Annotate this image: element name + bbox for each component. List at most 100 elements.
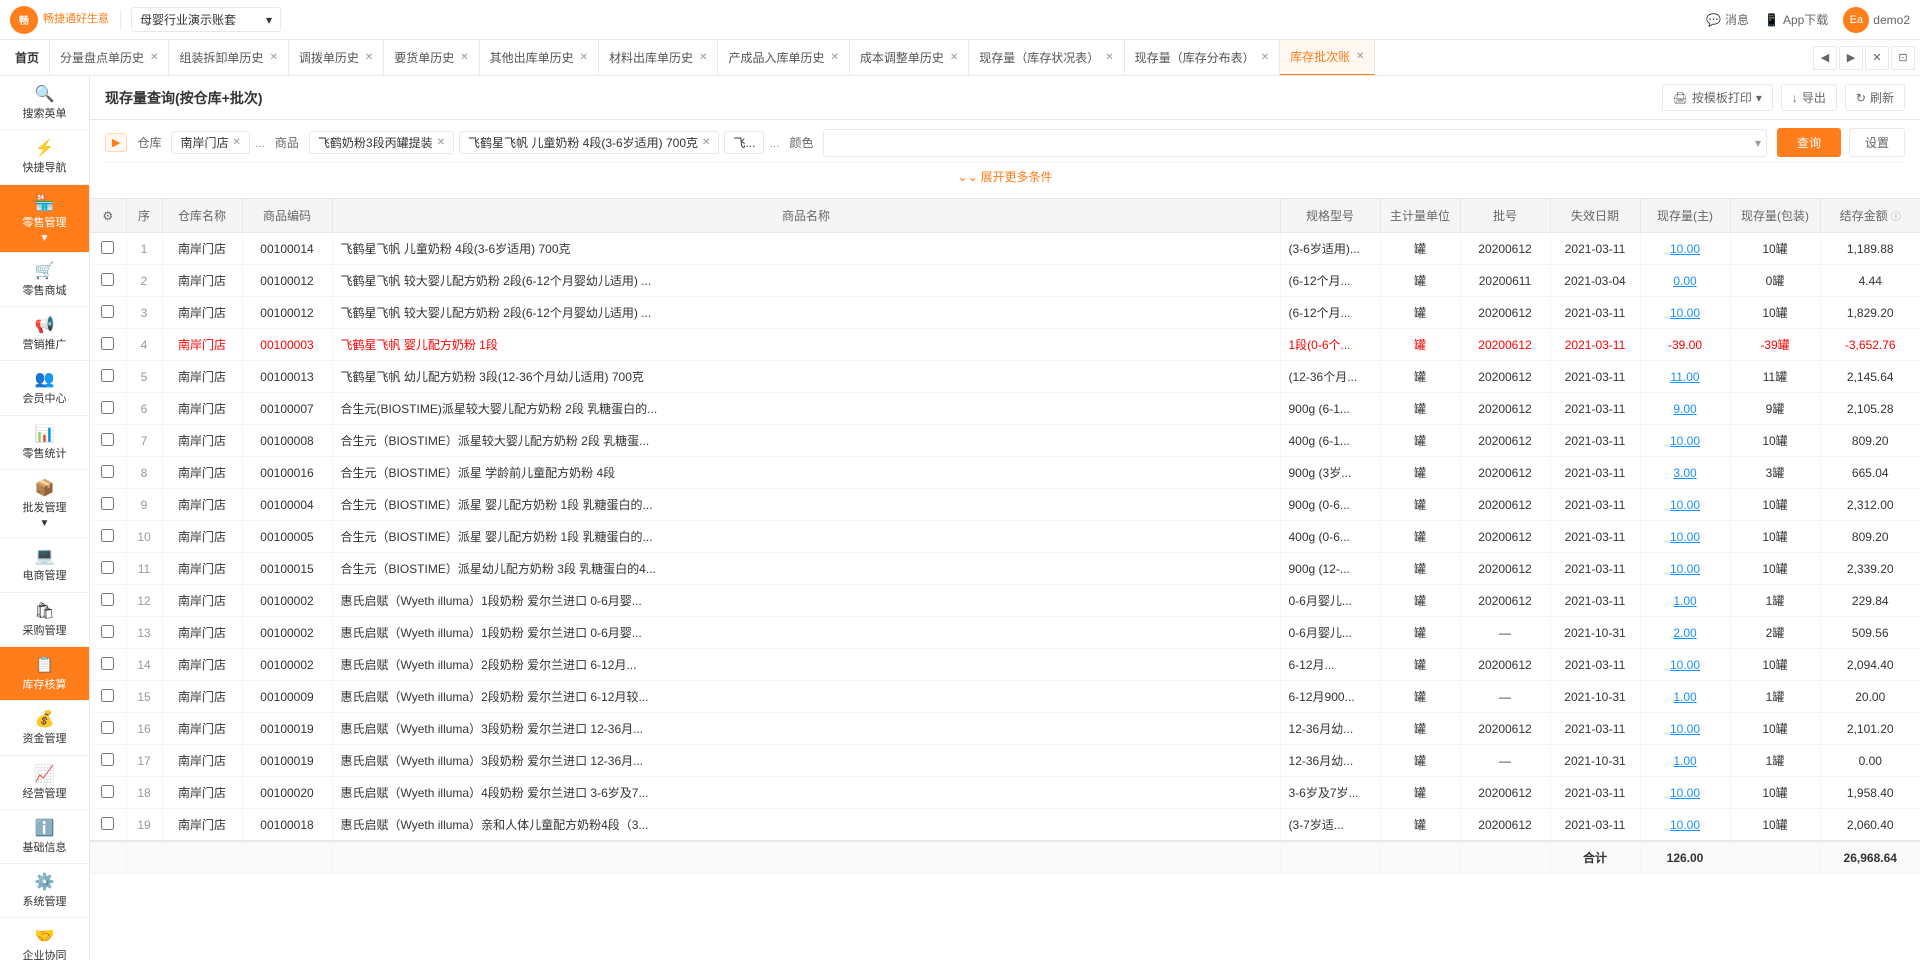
tab-material-out-close[interactable]: ✕ — [699, 52, 707, 63]
tab-product-in[interactable]: 产成品入库单历史 ✕ — [718, 40, 849, 76]
tab-disassembly-close[interactable]: ✕ — [269, 52, 277, 63]
tab-cost-adjust[interactable]: 成本调整单历史 ✕ — [850, 40, 969, 76]
sidebar-item-member[interactable]: 👥 会员中心 — [0, 361, 89, 414]
sidebar-item-biz-mgmt[interactable]: 📈 经营管理 — [0, 756, 89, 809]
tab-other-out-close[interactable]: ✕ — [580, 52, 588, 63]
row-checkbox[interactable] — [101, 433, 114, 446]
export-button[interactable]: ↓ 导出 — [1781, 84, 1837, 111]
row-checkbox[interactable] — [101, 657, 114, 670]
tab-close-all-btn[interactable]: ✕ — [1865, 46, 1889, 70]
tab-stock-dist-close[interactable]: ✕ — [1261, 52, 1269, 63]
cell-checkbox[interactable] — [90, 777, 126, 809]
tab-other-out[interactable]: 其他出库单历史 ✕ — [480, 40, 599, 76]
tab-stock-dist[interactable]: 现存量（库存分布表） ✕ — [1125, 40, 1280, 76]
cell-checkbox[interactable] — [90, 681, 126, 713]
warehouse-selector[interactable]: 母婴行业演示账套 ▾ — [131, 7, 281, 32]
sidebar-item-shortcut[interactable]: ⚡ 快捷导航 — [0, 130, 89, 183]
sidebar-item-enterprise[interactable]: 🤝 企业协同 — [0, 918, 89, 960]
cell-checkbox[interactable] — [90, 745, 126, 777]
goods-tag-2-close[interactable]: ✕ — [702, 137, 710, 148]
row-checkbox[interactable] — [101, 561, 114, 574]
sidebar-item-finance[interactable]: 💰 资金管理 — [0, 701, 89, 754]
tab-material-out[interactable]: 材料出库单历史 ✕ — [599, 40, 718, 76]
cell-checkbox[interactable] — [90, 553, 126, 585]
goods-tag-more[interactable]: 飞... — [724, 131, 764, 154]
row-checkbox[interactable] — [101, 593, 114, 606]
tab-prev-btn[interactable]: ◀ — [1813, 46, 1837, 70]
tab-delivery[interactable]: 要货单历史 ✕ — [384, 40, 479, 76]
sidebar-item-basic-info[interactable]: ℹ️ 基础信息 — [0, 810, 89, 863]
cell-checkbox[interactable] — [90, 233, 126, 265]
warehouse-more[interactable]: ... — [255, 136, 265, 150]
sidebar-item-stock-check[interactable]: 📋 库存核算 — [0, 647, 89, 700]
row-checkbox[interactable] — [101, 305, 114, 318]
cell-checkbox[interactable] — [90, 393, 126, 425]
tab-disassembly[interactable]: 组装拆卸单历史 ✕ — [169, 40, 288, 76]
row-checkbox[interactable] — [101, 785, 114, 798]
sidebar-item-batch-mgmt[interactable]: 📦 批发管理 ▼ — [0, 470, 89, 537]
filter-expand-button[interactable]: ▶ — [105, 133, 127, 152]
row-checkbox[interactable] — [101, 721, 114, 734]
row-checkbox[interactable] — [101, 369, 114, 382]
tab-cost-adjust-close[interactable]: ✕ — [950, 52, 958, 63]
row-checkbox[interactable] — [101, 497, 114, 510]
sidebar-item-retail-shop[interactable]: 🛒 零售商城 — [0, 253, 89, 306]
tab-split-inventory-close[interactable]: ✕ — [150, 52, 158, 63]
row-checkbox[interactable] — [101, 817, 114, 830]
cell-checkbox[interactable] — [90, 457, 126, 489]
user-action[interactable]: Ea demo2 — [1843, 7, 1910, 33]
row-checkbox[interactable] — [101, 753, 114, 766]
settings-button[interactable]: 设置 — [1849, 128, 1905, 157]
sidebar-item-retail-mgmt[interactable]: 🏪 零售管理 ▼ — [0, 185, 89, 252]
tab-stock-status[interactable]: 现存量（库存状况表） ✕ — [969, 40, 1124, 76]
goods-tag-1-close[interactable]: ✕ — [437, 137, 445, 148]
sidebar-item-sys-mgmt[interactable]: ⚙️ 系统管理 — [0, 864, 89, 917]
cell-checkbox[interactable] — [90, 489, 126, 521]
cell-checkbox[interactable] — [90, 585, 126, 617]
refresh-button[interactable]: ↻ 刷新 — [1845, 84, 1905, 111]
tab-stock-batch-close[interactable]: ✕ — [1356, 51, 1364, 62]
cell-checkbox[interactable] — [90, 809, 126, 842]
sidebar-item-retail-stat[interactable]: 📊 零售统计 — [0, 416, 89, 469]
cell-checkbox[interactable] — [90, 649, 126, 681]
row-checkbox[interactable] — [101, 337, 114, 350]
sidebar-item-ecommerce[interactable]: 💻 电商管理 — [0, 538, 89, 591]
cell-checkbox[interactable] — [90, 329, 126, 361]
cell-checkbox[interactable] — [90, 265, 126, 297]
message-action[interactable]: 💬 消息 — [1706, 11, 1749, 28]
warehouse-tag-close[interactable]: ✕ — [233, 137, 241, 148]
cell-checkbox[interactable] — [90, 297, 126, 329]
goods-more[interactable]: ... — [769, 136, 779, 150]
tab-split-inventory[interactable]: 分量盘点单历史 ✕ — [50, 40, 169, 76]
sidebar-item-marketing[interactable]: 📢 营销推广 — [0, 307, 89, 360]
tab-stock-status-close[interactable]: ✕ — [1105, 52, 1113, 63]
sidebar-item-purchase[interactable]: 🛍 采购管理 — [0, 593, 89, 646]
tab-product-in-close[interactable]: ✕ — [830, 52, 838, 63]
row-checkbox[interactable] — [101, 401, 114, 414]
query-button[interactable]: 查询 — [1777, 128, 1841, 157]
sidebar-item-search[interactable]: 🔍 搜索英单 — [0, 76, 89, 129]
row-checkbox[interactable] — [101, 465, 114, 478]
tab-delivery-close[interactable]: ✕ — [460, 52, 468, 63]
app-download-action[interactable]: 📱 App下载 — [1764, 11, 1828, 28]
row-checkbox[interactable] — [101, 241, 114, 254]
row-checkbox[interactable] — [101, 273, 114, 286]
tab-next-btn[interactable]: ▶ — [1839, 46, 1863, 70]
cell-checkbox[interactable] — [90, 521, 126, 553]
warehouse-tag[interactable]: 南岸门店 ✕ — [171, 131, 249, 154]
row-checkbox[interactable] — [101, 529, 114, 542]
goods-tag-2[interactable]: 飞鹤星飞帆 儿童奶粉 4段(3-6岁适用) 700克 ✕ — [459, 131, 719, 154]
template-print-button[interactable]: 🖨 按模板打印 ▾ — [1662, 84, 1773, 111]
row-checkbox[interactable] — [101, 689, 114, 702]
row-checkbox[interactable] — [101, 625, 114, 638]
cell-checkbox[interactable] — [90, 361, 126, 393]
goods-tag-1[interactable]: 飞鹤奶粉3段丙罐提装 ✕ — [309, 131, 454, 154]
expand-more-btn[interactable]: ⌄⌄ 展开更多条件 — [105, 162, 1905, 190]
tab-mix[interactable]: 调拨单历史 ✕ — [289, 40, 384, 76]
tab-mix-close[interactable]: ✕ — [365, 52, 373, 63]
tab-fullscreen-btn[interactable]: ⊡ — [1891, 46, 1915, 70]
tab-stock-batch[interactable]: 库存批次账 ✕ — [1280, 40, 1375, 76]
cell-checkbox[interactable] — [90, 617, 126, 649]
tab-home[interactable]: 首页 — [5, 40, 50, 76]
color-filter-input[interactable]: ▾ — [823, 129, 1766, 157]
